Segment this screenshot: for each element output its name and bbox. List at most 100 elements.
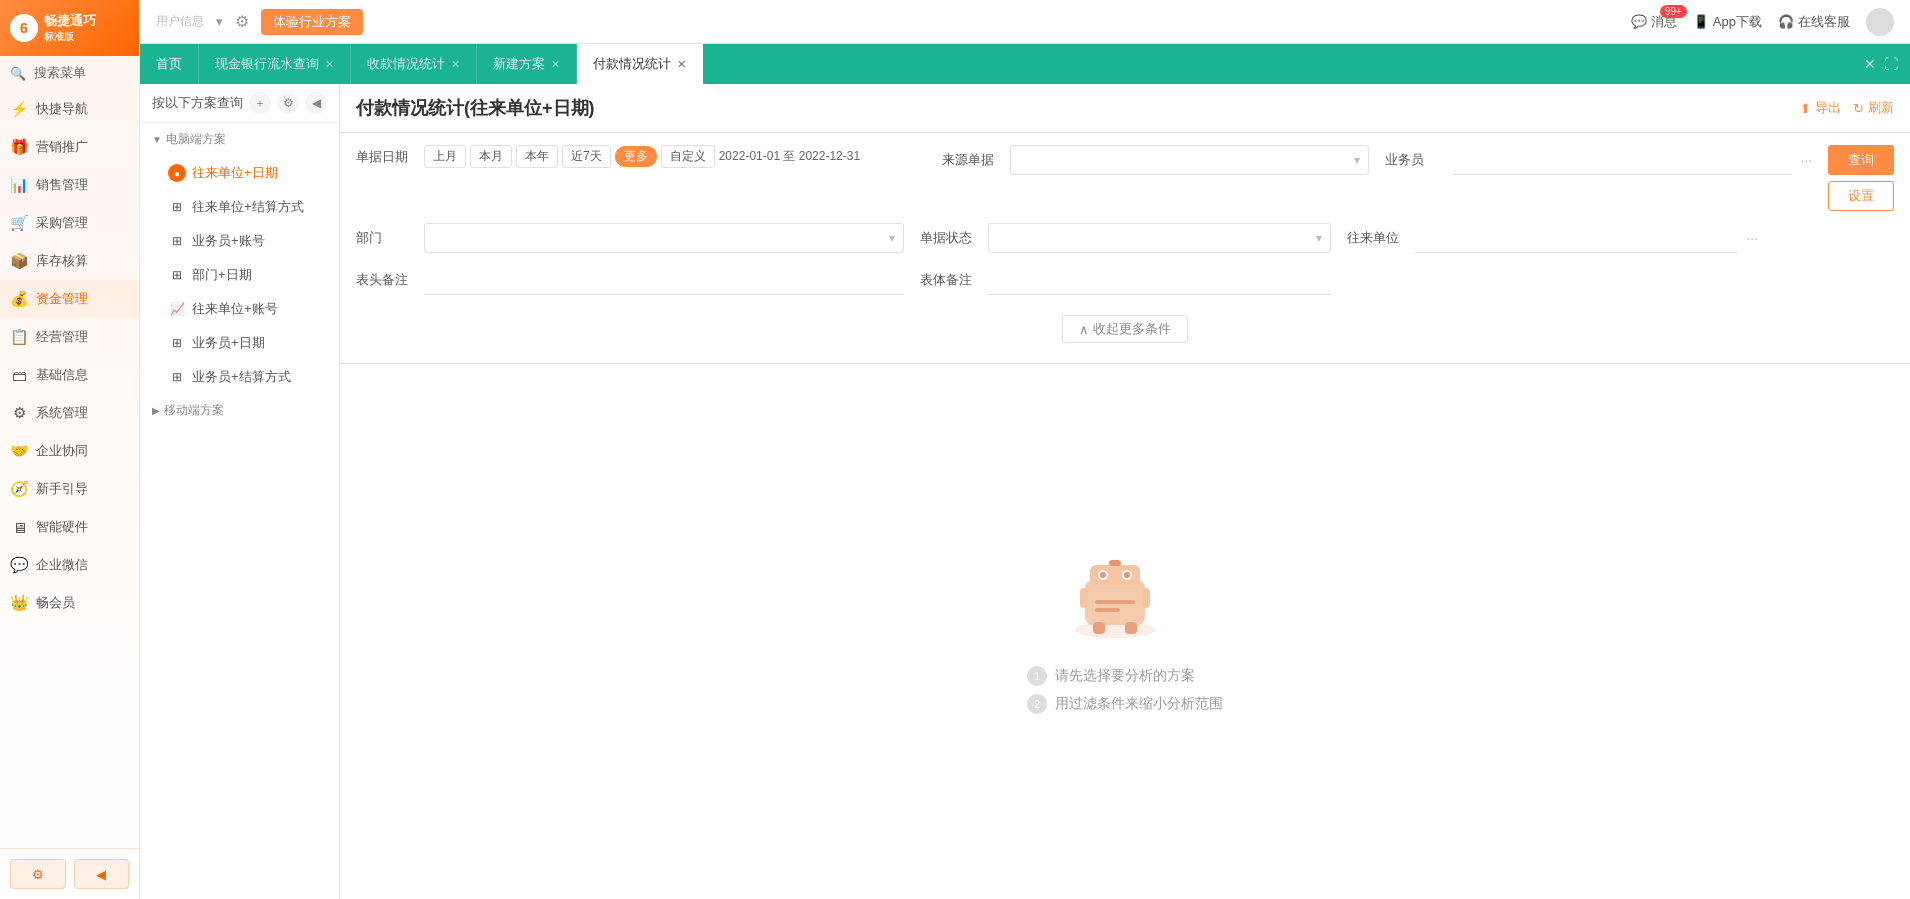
plan-settings-button[interactable]: ⚙ xyxy=(277,92,299,114)
date-btn-this-month[interactable]: 本月 xyxy=(470,145,512,168)
collapse-more-button[interactable]: ∧ 收起更多条件 xyxy=(1062,315,1188,343)
message-action[interactable]: 💬 消息 99+ xyxy=(1631,13,1677,31)
tab-new-plan[interactable]: 新建方案 ✕ xyxy=(477,44,577,84)
message-icon: 💬 xyxy=(1631,14,1647,29)
member-icon: 👑 xyxy=(10,594,28,612)
export-icon: ⬆ xyxy=(1800,101,1811,116)
plan-item-partner-date[interactable]: ● 往来单位+日期 xyxy=(140,156,339,190)
maximize-window-button[interactable]: ⛶ xyxy=(1884,56,1898,72)
search-menu[interactable]: 🔍 搜索菜单 xyxy=(0,56,139,90)
tab-payments-close[interactable]: ✕ xyxy=(677,58,686,71)
sales-icon: 📊 xyxy=(10,176,28,194)
sidebar-item-system[interactable]: ⚙ 系统管理 xyxy=(0,394,139,432)
sidebar-item-label: 经营管理 xyxy=(36,328,88,346)
settings-bottom-button[interactable]: ⚙ xyxy=(10,859,66,889)
tab-bank-close[interactable]: ✕ xyxy=(325,58,334,71)
plan-item-dept-date[interactable]: ⊞ 部门+日期 xyxy=(140,258,339,292)
filter-row-3: 表头备注 表体备注 xyxy=(356,265,1894,295)
sidebar-item-sales[interactable]: 📊 销售管理 xyxy=(0,166,139,204)
sidebar-item-hardware[interactable]: 🖥 智能硬件 xyxy=(0,508,139,546)
plan-active-icon: ● xyxy=(168,164,186,182)
sidebar-item-label: 智能硬件 xyxy=(36,518,88,536)
plan-item-label: 往来单位+结算方式 xyxy=(192,198,304,216)
empty-state-tips: 1 请先选择要分析的方案 2 用过滤条件来缩小分析范围 xyxy=(1027,666,1223,714)
sidebar-item-label: 企业协同 xyxy=(36,442,88,460)
empty-tip-2-text: 用过滤条件来缩小分析范围 xyxy=(1055,695,1223,713)
date-filter: 单据日期 上月 本月 本年 近7天 更多 自定义 2022-01-01 至 20… xyxy=(356,145,926,168)
sidebar-item-enterprise[interactable]: 🤝 企业协同 xyxy=(0,432,139,470)
topbar-dropdown[interactable]: ▾ xyxy=(216,14,223,29)
tab-bank[interactable]: 现金银行流水查询 ✕ xyxy=(199,44,351,84)
partner-input[interactable] xyxy=(1415,223,1738,253)
plan-item-partner-account[interactable]: 📈 往来单位+账号 xyxy=(140,292,339,326)
staff-input[interactable] xyxy=(1453,145,1793,175)
partner-label: 往来单位 xyxy=(1347,229,1407,247)
export-button[interactable]: ⬆ 导出 xyxy=(1800,99,1841,117)
page-header-actions: ⬆ 导出 ↻ 刷新 xyxy=(1800,99,1894,117)
empty-state: 1 请先选择要分析的方案 2 用过滤条件来缩小分析范围 xyxy=(340,364,1910,899)
date-btn-last-month[interactable]: 上月 xyxy=(424,145,466,168)
user-avatar[interactable] xyxy=(1866,8,1894,36)
sidebar-item-member[interactable]: 👑 畅会员 xyxy=(0,584,139,622)
sidebar-item-marketing[interactable]: 🎁 营销推广 xyxy=(0,128,139,166)
tab-bar: 首页 现金银行流水查询 ✕ 收款情况统计 ✕ 新建方案 ✕ 付款情况统计 ✕ ✕… xyxy=(140,44,1910,84)
search-icon: 🔍 xyxy=(10,66,26,81)
sidebar-item-purchase[interactable]: 🛒 采购管理 xyxy=(0,204,139,242)
plan-item-staff-date[interactable]: ⊞ 业务员+日期 xyxy=(140,326,339,360)
date-btn-custom[interactable]: 自定义 xyxy=(661,145,715,168)
close-window-button[interactable]: ✕ xyxy=(1864,56,1876,72)
sidebar-item-label: 资金管理 xyxy=(36,290,88,308)
collapse-sidebar-button[interactable]: ◀ xyxy=(74,859,130,889)
sidebar-item-operation[interactable]: 📋 经营管理 xyxy=(0,318,139,356)
query-button[interactable]: 查询 xyxy=(1828,145,1894,175)
tab-home[interactable]: 首页 xyxy=(140,44,199,84)
note-header-input[interactable] xyxy=(424,265,904,295)
sidebar-item-wechat[interactable]: 💬 企业微信 xyxy=(0,546,139,584)
partner-filter: 往来单位 ··· xyxy=(1347,223,1758,253)
tab-new-plan-close[interactable]: ✕ xyxy=(551,58,560,71)
trial-button[interactable]: 体验行业方案 xyxy=(261,9,363,35)
sidebar-item-inventory[interactable]: 📦 库存核算 xyxy=(0,242,139,280)
operation-icon: 📋 xyxy=(10,328,28,346)
sidebar-item-basicinfo[interactable]: 🗃 基础信息 xyxy=(0,356,139,394)
plan-item-staff-settlement[interactable]: ⊞ 业务员+结算方式 xyxy=(140,360,339,394)
sidebar-item-shortcut[interactable]: ⚡ 快捷导航 xyxy=(0,90,139,128)
sidebar-item-finance[interactable]: 💰 资金管理 xyxy=(0,280,139,318)
date-btn-more[interactable]: 更多 xyxy=(615,146,657,167)
collapse-btn-label: 收起更多条件 xyxy=(1093,320,1171,338)
topbar-brand: 用户信息 xyxy=(156,13,204,30)
topbar: 用户信息 ▾ ⚙ 体验行业方案 💬 消息 99+ 📱 App下载 🎧 在线客服 xyxy=(140,0,1910,44)
mobile-plans-arrow: ▶ xyxy=(152,405,160,416)
note-header-filter: 表头备注 xyxy=(356,265,904,295)
date-btn-this-year[interactable]: 本年 xyxy=(516,145,558,168)
desktop-plans-title[interactable]: ▼ 电脑端方案 xyxy=(140,123,339,156)
tab-receipts-close[interactable]: ✕ xyxy=(451,58,460,71)
topbar-settings-icon[interactable]: ⚙ xyxy=(235,12,249,31)
mobile-plans-title[interactable]: ▶ 移动端方案 xyxy=(140,394,339,427)
sidebar-item-label: 销售管理 xyxy=(36,176,88,194)
staff-dots[interactable]: ··· xyxy=(1800,152,1812,168)
sidebar-item-guide[interactable]: 🧭 新手引导 xyxy=(0,470,139,508)
date-btn-7days[interactable]: 近7天 xyxy=(562,145,611,168)
dept-select[interactable]: ▾ xyxy=(424,223,904,253)
add-plan-button[interactable]: ＋ xyxy=(249,92,271,114)
partner-dots[interactable]: ··· xyxy=(1746,230,1758,246)
empty-state-image xyxy=(1065,550,1185,650)
tab-payments[interactable]: 付款情况统计 ✕ xyxy=(577,44,703,84)
plan-item-staff-account[interactable]: ⊞ 业务员+账号 xyxy=(140,224,339,258)
source-select[interactable]: ▾ xyxy=(1010,145,1369,175)
status-select[interactable]: ▾ xyxy=(988,223,1331,253)
sidebar-bottom: ⚙ ◀ xyxy=(0,848,139,899)
refresh-button[interactable]: ↻ 刷新 xyxy=(1853,99,1894,117)
note-body-input[interactable] xyxy=(988,265,1331,295)
date-range-display: 2022-01-01 至 2022-12-31 xyxy=(719,148,860,165)
collapse-panel-button[interactable]: ◀ xyxy=(305,92,327,114)
hardware-icon: 🖥 xyxy=(10,518,28,536)
filter-area: 单据日期 上月 本月 本年 近7天 更多 自定义 2022-01-01 至 20… xyxy=(340,133,1910,364)
filter-settings-button[interactable]: 设置 xyxy=(1828,181,1894,211)
plan-item-label: 部门+日期 xyxy=(192,266,252,284)
customer-service-action[interactable]: 🎧 在线客服 xyxy=(1778,13,1850,31)
tab-receipts[interactable]: 收款情况统计 ✕ xyxy=(351,44,477,84)
plan-item-partner-settlement[interactable]: ⊞ 往来单位+结算方式 xyxy=(140,190,339,224)
app-download-action[interactable]: 📱 App下载 xyxy=(1693,13,1762,31)
